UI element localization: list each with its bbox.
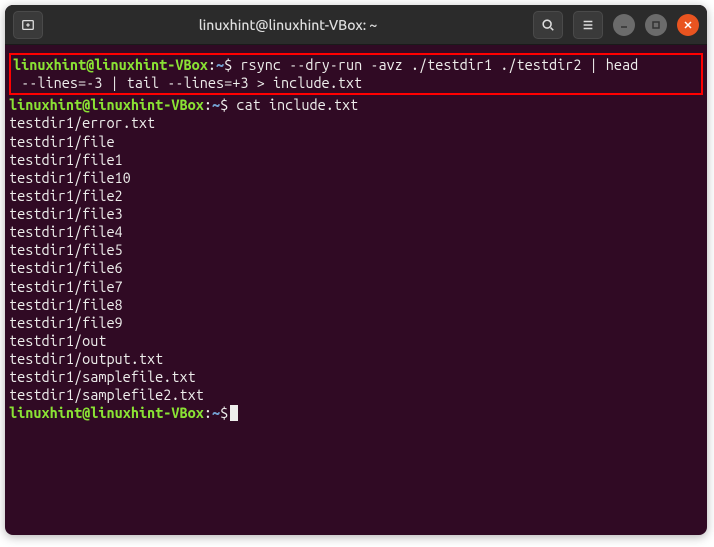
- prompt-user: linuxhint: [9, 404, 82, 421]
- prompt-path: ~: [212, 404, 220, 421]
- output-line: testdir1/file: [9, 133, 703, 151]
- output-line: testdir1/file1: [9, 151, 703, 169]
- prompt-dollar: $: [220, 404, 228, 421]
- minimize-button[interactable]: [613, 14, 635, 36]
- output-line: testdir1/file7: [9, 278, 703, 296]
- prompt-at: @: [82, 96, 90, 113]
- prompt-path: ~: [216, 56, 224, 73]
- search-button[interactable]: [533, 11, 563, 39]
- search-icon: [541, 18, 555, 32]
- menu-button[interactable]: [573, 11, 603, 39]
- maximize-button[interactable]: [645, 14, 667, 36]
- command-line-1: linuxhint@linuxhint-VBox:~$ rsync --dry-…: [13, 56, 699, 74]
- new-tab-button[interactable]: [13, 11, 43, 39]
- output-line: testdir1/samplefile2.txt: [9, 386, 703, 404]
- command-line-1-cont: --lines=-3 | tail --lines=+3 > include.t…: [13, 74, 699, 92]
- output-line: testdir1/file9: [9, 314, 703, 332]
- output-line: testdir1/out: [9, 332, 703, 350]
- prompt-at: @: [82, 404, 90, 421]
- command-2-text: cat include.txt: [228, 96, 358, 113]
- prompt-host: linuxhint-VBox: [94, 56, 208, 73]
- highlighted-command-block: linuxhint@linuxhint-VBox:~$ rsync --dry-…: [9, 53, 703, 95]
- command-line-2: linuxhint@linuxhint-VBox:~$ cat include.…: [9, 96, 703, 114]
- titlebar-left-controls: [13, 11, 43, 39]
- prompt-colon: :: [204, 96, 212, 113]
- prompt-line-empty: linuxhint@linuxhint-VBox:~$: [9, 404, 703, 422]
- output-line: testdir1/file8: [9, 296, 703, 314]
- close-button[interactable]: [677, 14, 699, 36]
- cursor: [230, 405, 238, 421]
- output-line: testdir1/output.txt: [9, 350, 703, 368]
- close-icon: [683, 20, 693, 30]
- prompt-path: ~: [212, 96, 220, 113]
- prompt-host: linuxhint-VBox: [90, 404, 204, 421]
- minimize-icon: [619, 20, 629, 30]
- prompt-user: linuxhint: [13, 56, 86, 73]
- output-line: testdir1/error.txt: [9, 114, 703, 132]
- titlebar-right-controls: [533, 11, 699, 39]
- output-line: testdir1/samplefile.txt: [9, 368, 703, 386]
- output-line: testdir1/file5: [9, 241, 703, 259]
- output-line: testdir1/file6: [9, 259, 703, 277]
- prompt-at: @: [86, 56, 94, 73]
- prompt-colon: :: [208, 56, 216, 73]
- window-title: linuxhint@linuxhint-VBox: ~: [43, 17, 533, 33]
- window-titlebar: linuxhint@linuxhint-VBox: ~: [5, 5, 707, 45]
- prompt-user: linuxhint: [9, 96, 82, 113]
- hamburger-icon: [581, 18, 595, 32]
- terminal-body[interactable]: linuxhint@linuxhint-VBox:~$ rsync --dry-…: [5, 45, 707, 535]
- terminal-window: linuxhint@linuxhint-VBox: ~: [5, 5, 707, 535]
- output-line: testdir1/file2: [9, 187, 703, 205]
- prompt-colon: :: [204, 404, 212, 421]
- maximize-icon: [651, 20, 661, 30]
- output-line: testdir1/file4: [9, 223, 703, 241]
- command-1-cont-text: --lines=-3 | tail --lines=+3 > include.t…: [13, 74, 362, 91]
- output-line: testdir1/file3: [9, 205, 703, 223]
- prompt-host: linuxhint-VBox: [90, 96, 204, 113]
- command-1-text: rsync --dry-run -avz ./testdir1 ./testdi…: [232, 56, 638, 73]
- output-line: testdir1/file10: [9, 169, 703, 187]
